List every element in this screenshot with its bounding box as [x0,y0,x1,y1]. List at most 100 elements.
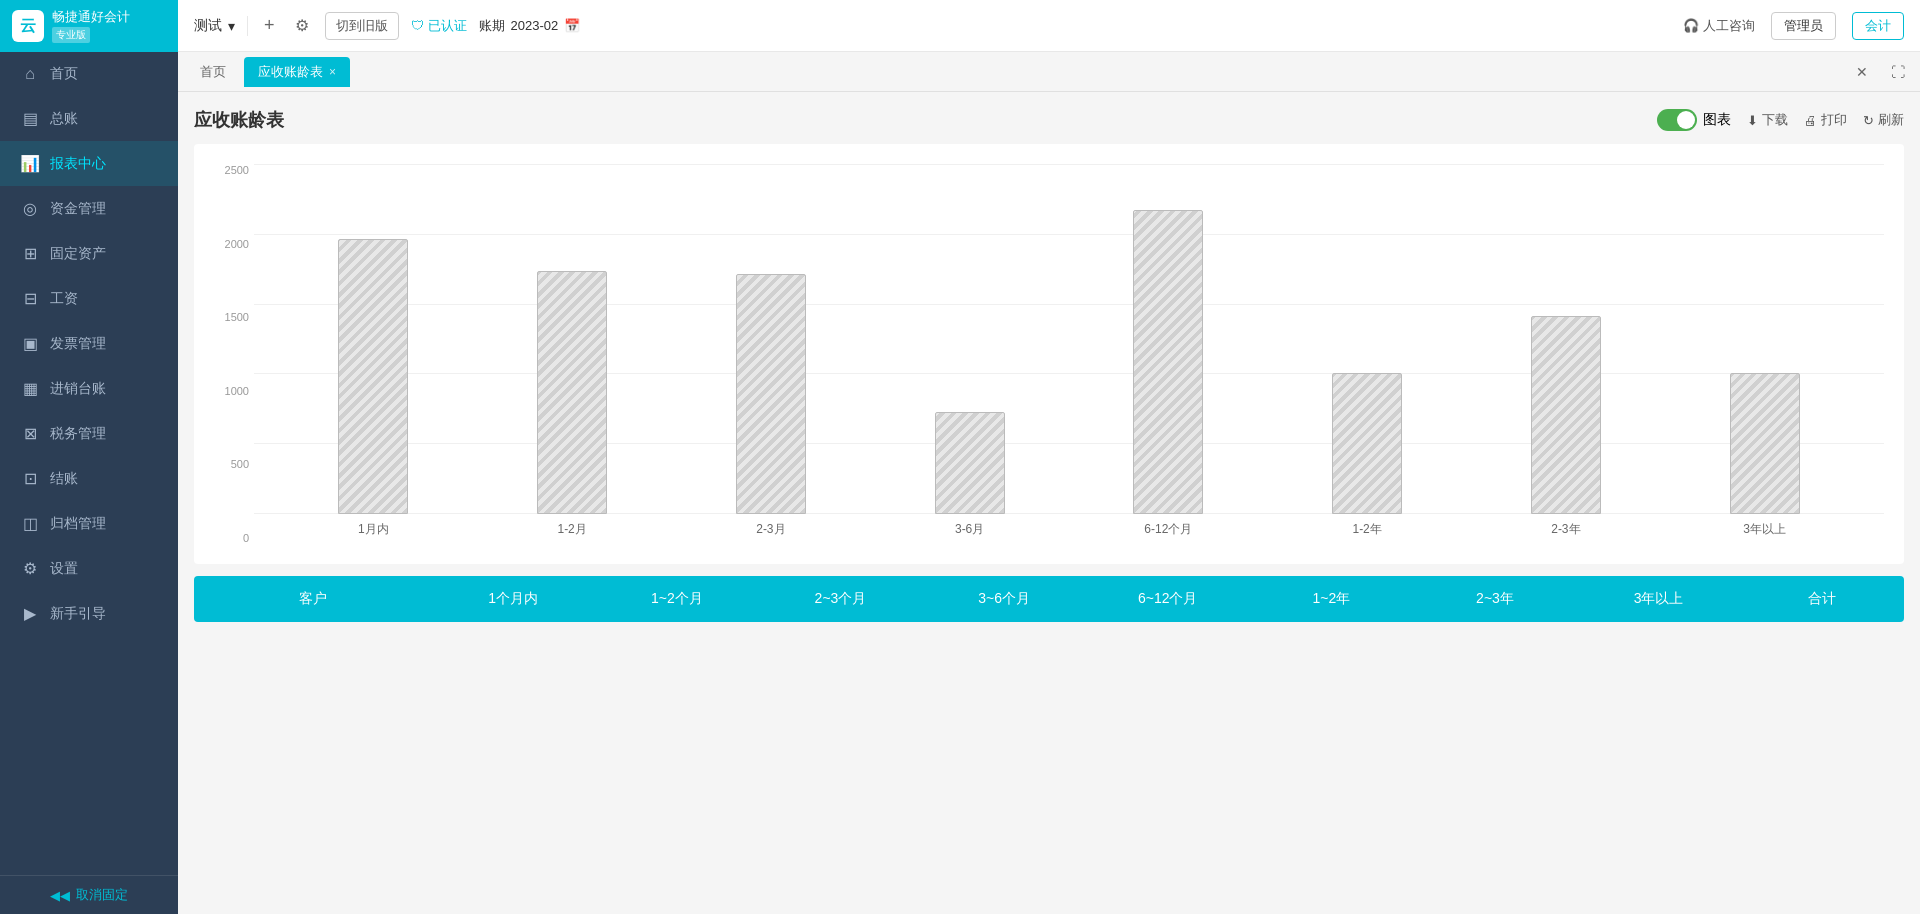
table-header-cell-1: 1个月内 [431,590,595,608]
bar-4 [1133,210,1203,514]
pin-left-icon: ◀◀ [50,888,70,903]
y-label-1000: 1000 [204,385,249,397]
sidebar-item-tax[interactable]: ⊠ 税务管理 [0,411,178,456]
print-button[interactable]: 🖨 打印 [1804,111,1847,129]
funds-icon: ◎ [20,199,40,218]
bar-6 [1531,316,1601,514]
sidebar-item-settings[interactable]: ⚙ 设置 [0,546,178,591]
main-content: 测试 ▾ + ⚙ 切到旧版 🛡 已认证 账期 2023-02 📅 🎧 人工咨询 … [178,0,1920,914]
sidebar-item-funds[interactable]: ◎ 资金管理 [0,186,178,231]
chevron-down-icon: ▾ [228,18,235,34]
refresh-button[interactable]: ↻ 刷新 [1863,111,1904,129]
headset-icon: 🎧 [1683,18,1699,33]
divider-1 [247,16,248,36]
sidebar-item-home[interactable]: ⌂ 首页 [0,52,178,96]
sidebar-item-reports[interactable]: 📊 报表中心 [0,141,178,186]
certified-label: 已认证 [428,17,467,35]
table-header-cell-0: 客户 [194,590,431,608]
chart-area: 0 500 1000 1500 2000 2500 [254,164,1884,544]
y-label-500: 500 [204,458,249,470]
assets-icon: ⊞ [20,244,40,263]
tax-icon: ⊠ [20,424,40,443]
sidebar-item-closing-label: 结账 [50,470,78,488]
sidebar-item-invoice[interactable]: ▣ 发票管理 [0,321,178,366]
bar-1 [537,271,607,514]
cancel-fixed-button[interactable]: ◀◀ 取消固定 [0,875,178,914]
close-tab-button[interactable]: ✕ [1848,58,1876,86]
x-label-7: 3年以上 [1725,521,1805,538]
bar-0 [338,239,408,514]
sidebar-item-payroll-label: 工资 [50,290,78,308]
add-button[interactable]: + [260,15,279,36]
expand-tab-button[interactable]: ⛶ [1884,58,1912,86]
period-text: 账期 [479,17,505,35]
app-logo: 云 畅捷通好会计 专业版 [0,0,178,52]
tab-home-label: 首页 [200,63,226,81]
bar-group-5 [1332,373,1402,514]
y-label-2000: 2000 [204,238,249,250]
tab-home[interactable]: 首页 [186,57,240,87]
sidebar-item-settings-label: 设置 [50,560,78,578]
sidebar-item-archive-label: 归档管理 [50,515,106,533]
sidebar-item-inventory[interactable]: ▦ 进销台账 [0,366,178,411]
refresh-label: 刷新 [1878,111,1904,129]
bar-3 [935,412,1005,514]
x-label-3: 3-6月 [930,521,1010,538]
table-container: 客户1个月内1~2个月2~3个月3~6个月6~12个月1~2年2~3年3年以上合… [194,576,1904,622]
cancel-fixed-label: 取消固定 [76,886,128,904]
app-name: 畅捷通好会计 [52,9,130,26]
sidebar-item-inventory-label: 进销台账 [50,380,106,398]
chart-toggle-label: 图表 [1703,111,1731,129]
page-actions: 图表 ⬇ 下载 🖨 打印 ↻ 刷新 [1657,109,1904,131]
tab-aging-report[interactable]: 应收账龄表 × [244,57,350,87]
settings-icon: ⚙ [20,559,40,578]
tab-close-icon[interactable]: × [329,65,336,79]
sidebar: 云 畅捷通好会计 专业版 ⌂ 首页 ▤ 总账 📊 报表中心 ◎ 资金管理 ⊞ 固… [0,0,178,914]
tabs-bar: 首页 应收账龄表 × ✕ ⛶ [178,52,1920,92]
sidebar-item-payroll[interactable]: ⊟ 工资 [0,276,178,321]
chart-toggle-group: 图表 [1657,109,1731,131]
refresh-icon: ↻ [1863,113,1874,128]
x-label-1: 1-2月 [532,521,612,538]
project-name: 测试 [194,17,222,35]
sidebar-item-tax-label: 税务管理 [50,425,106,443]
download-button[interactable]: ⬇ 下载 [1747,111,1788,129]
bar-group-2 [736,274,806,514]
inventory-icon: ▦ [20,379,40,398]
archive-icon: ◫ [20,514,40,533]
page-header: 应收账龄表 图表 ⬇ 下载 🖨 打印 ↻ 刷新 [194,108,1904,132]
invoice-icon: ▣ [20,334,40,353]
sidebar-item-archive[interactable]: ◫ 归档管理 [0,501,178,546]
closing-icon: ⊡ [20,469,40,488]
chart-toggle[interactable] [1657,109,1697,131]
bar-group-4 [1133,210,1203,514]
payroll-icon: ⊟ [20,289,40,308]
ledger-icon: ▤ [20,109,40,128]
y-label-2500: 2500 [204,164,249,176]
x-label-6: 2-3年 [1526,521,1606,538]
calendar-icon: 📅 [564,18,580,33]
y-label-1500: 1500 [204,311,249,323]
service-button[interactable]: 🎧 人工咨询 [1683,17,1755,35]
sidebar-nav: ⌂ 首页 ▤ 总账 📊 报表中心 ◎ 资金管理 ⊞ 固定资产 ⊟ 工资 ▣ 发票… [0,52,178,875]
download-label: 下载 [1762,111,1788,129]
sidebar-item-ledger[interactable]: ▤ 总账 [0,96,178,141]
x-label-2: 2-3月 [731,521,811,538]
table-header-cell-5: 6~12个月 [1086,590,1250,608]
switch-version-button[interactable]: 切到旧版 [325,12,399,40]
edition-badge: 专业版 [52,27,90,43]
period-selector[interactable]: 账期 2023-02 📅 [479,17,581,35]
bars-area [254,164,1884,514]
print-label: 打印 [1821,111,1847,129]
bar-group-6 [1531,316,1601,514]
project-selector[interactable]: 测试 ▾ [194,17,235,35]
tab-aging-report-label: 应收账龄表 [258,63,323,81]
service-label: 人工咨询 [1703,17,1755,35]
sidebar-item-assets[interactable]: ⊞ 固定资产 [0,231,178,276]
role-button[interactable]: 会计 [1852,12,1904,40]
sidebar-item-guide[interactable]: ▶ 新手引导 [0,591,178,636]
sidebar-item-reports-label: 报表中心 [50,155,106,173]
sidebar-item-closing[interactable]: ⊡ 结账 [0,456,178,501]
manager-button[interactable]: 管理员 [1771,12,1836,40]
settings-button[interactable]: ⚙ [291,16,313,35]
